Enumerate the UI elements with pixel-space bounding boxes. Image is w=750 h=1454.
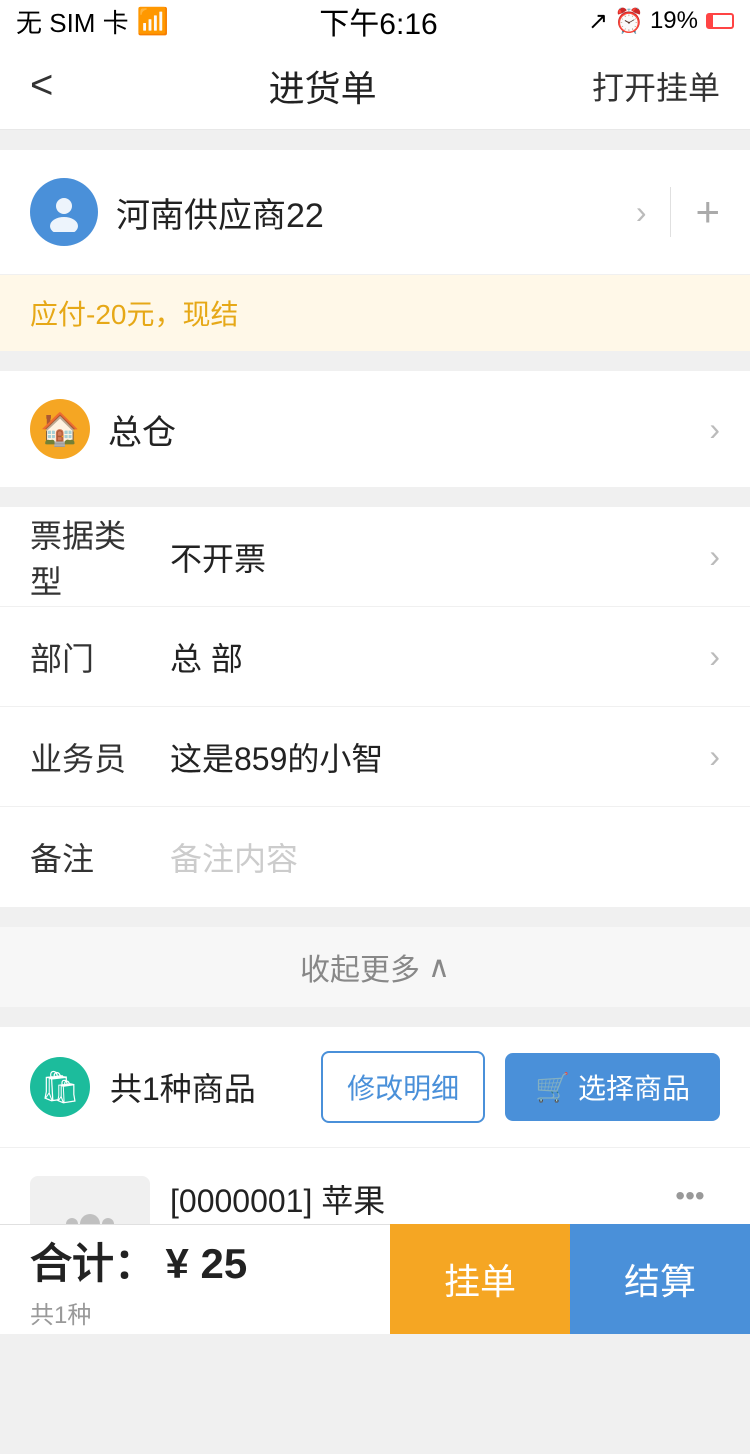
salesman-value: 这是859的小智 (150, 734, 709, 780)
open-pending-button[interactable]: 打开挂单 (592, 63, 720, 109)
warehouse-icon: 🏠 (30, 399, 90, 459)
product-code: [0000001] (170, 1183, 312, 1219)
dept-label: 部门 (30, 634, 150, 680)
total-label: 合计： (30, 1240, 156, 1287)
collapse-bar[interactable]: 收起更多 ∧ (0, 927, 750, 1007)
status-bar: 无 SIM 卡 📶 下午6:16 ↗ ⏰ 19% (0, 0, 750, 42)
carrier-text: 无 SIM 卡 (16, 3, 129, 40)
products-icon: 🛍 (30, 1057, 90, 1117)
select-product-label: 选择商品 (578, 1067, 690, 1107)
alarm-icon: ⏰ (614, 7, 644, 36)
remark-input[interactable]: 备注内容 (150, 834, 720, 880)
supplier-row[interactable]: 河南供应商22 › + (0, 150, 750, 275)
product-more-button[interactable]: ••• (660, 1176, 720, 1216)
invoice-value: 不开票 (150, 534, 709, 580)
page-title: 进货单 (269, 60, 377, 112)
nav-bar: < 进货单 打开挂单 (0, 42, 750, 130)
add-supplier-button[interactable]: + (695, 188, 720, 236)
warehouse-section[interactable]: 🏠 总仓 › (0, 371, 750, 487)
dept-chevron-icon: › (709, 638, 720, 675)
invoice-label: 票据类型 (30, 511, 150, 603)
salesman-chevron-icon: › (709, 738, 720, 775)
total-value: ¥ 25 (165, 1240, 247, 1287)
collapse-icon: ∧ (428, 950, 450, 985)
wifi-icon: 📶 (137, 6, 169, 37)
shopping-bag-icon: 🛍 (40, 1068, 81, 1106)
battery-icon (706, 13, 734, 29)
supplier-chevron-icon: › (636, 194, 647, 231)
dept-row[interactable]: 部门 总 部 › (0, 607, 750, 707)
supplier-notice: 应付-20元，现结 (0, 275, 750, 351)
invoice-chevron-icon: › (709, 538, 720, 575)
location-icon: ↗ (588, 7, 608, 36)
select-product-icon: 🛒 (535, 1071, 570, 1104)
edit-detail-button[interactable]: 修改明细 (321, 1051, 485, 1123)
remark-row[interactable]: 备注 备注内容 (0, 807, 750, 907)
dept-value: 总 部 (150, 634, 709, 680)
back-button[interactable]: < (30, 63, 53, 108)
select-product-button[interactable]: 🛒 选择商品 (505, 1053, 720, 1121)
supplier-section: 河南供应商22 › + 应付-20元，现结 (0, 150, 750, 351)
checkout-button[interactable]: 结算 (570, 1224, 750, 1334)
remark-label: 备注 (30, 834, 150, 880)
salesman-label: 业务员 (30, 734, 150, 780)
supplier-avatar (30, 178, 98, 246)
suspend-button[interactable]: 挂单 (390, 1224, 570, 1334)
status-time: 下午6:16 (319, 0, 437, 43)
form-section: 票据类型 不开票 › 部门 总 部 › 业务员 这是859的小智 › 备注 备注… (0, 507, 750, 907)
warehouse-chevron-icon: › (709, 411, 720, 448)
battery-text: 19% (650, 7, 698, 35)
product-name: [0000001] 苹果 (170, 1176, 640, 1222)
total-count: 共1种 (30, 1295, 360, 1330)
house-icon: 🏠 (40, 410, 80, 448)
total-section: 合计： ¥ 25 共1种 (0, 1224, 390, 1334)
products-header: 🛍 共1种商品 修改明细 🛒 选择商品 (0, 1027, 750, 1148)
warehouse-name: 总仓 (108, 405, 709, 454)
divider (670, 187, 671, 237)
status-left: 无 SIM 卡 📶 (16, 3, 169, 40)
bottom-bar: 合计： ¥ 25 共1种 挂单 结算 (0, 1224, 750, 1334)
supplier-left: 河南供应商22 (30, 178, 636, 246)
total-amount: 合计： ¥ 25 (30, 1230, 360, 1291)
product-title: 苹果 (321, 1183, 385, 1219)
invoice-row[interactable]: 票据类型 不开票 › (0, 507, 750, 607)
collapse-text: 收起更多 (300, 945, 420, 989)
supplier-name: 河南供应商22 (116, 188, 324, 237)
salesman-row[interactable]: 业务员 这是859的小智 › (0, 707, 750, 807)
product-count: 共1种商品 (110, 1064, 301, 1110)
status-right: ↗ ⏰ 19% (588, 7, 734, 36)
